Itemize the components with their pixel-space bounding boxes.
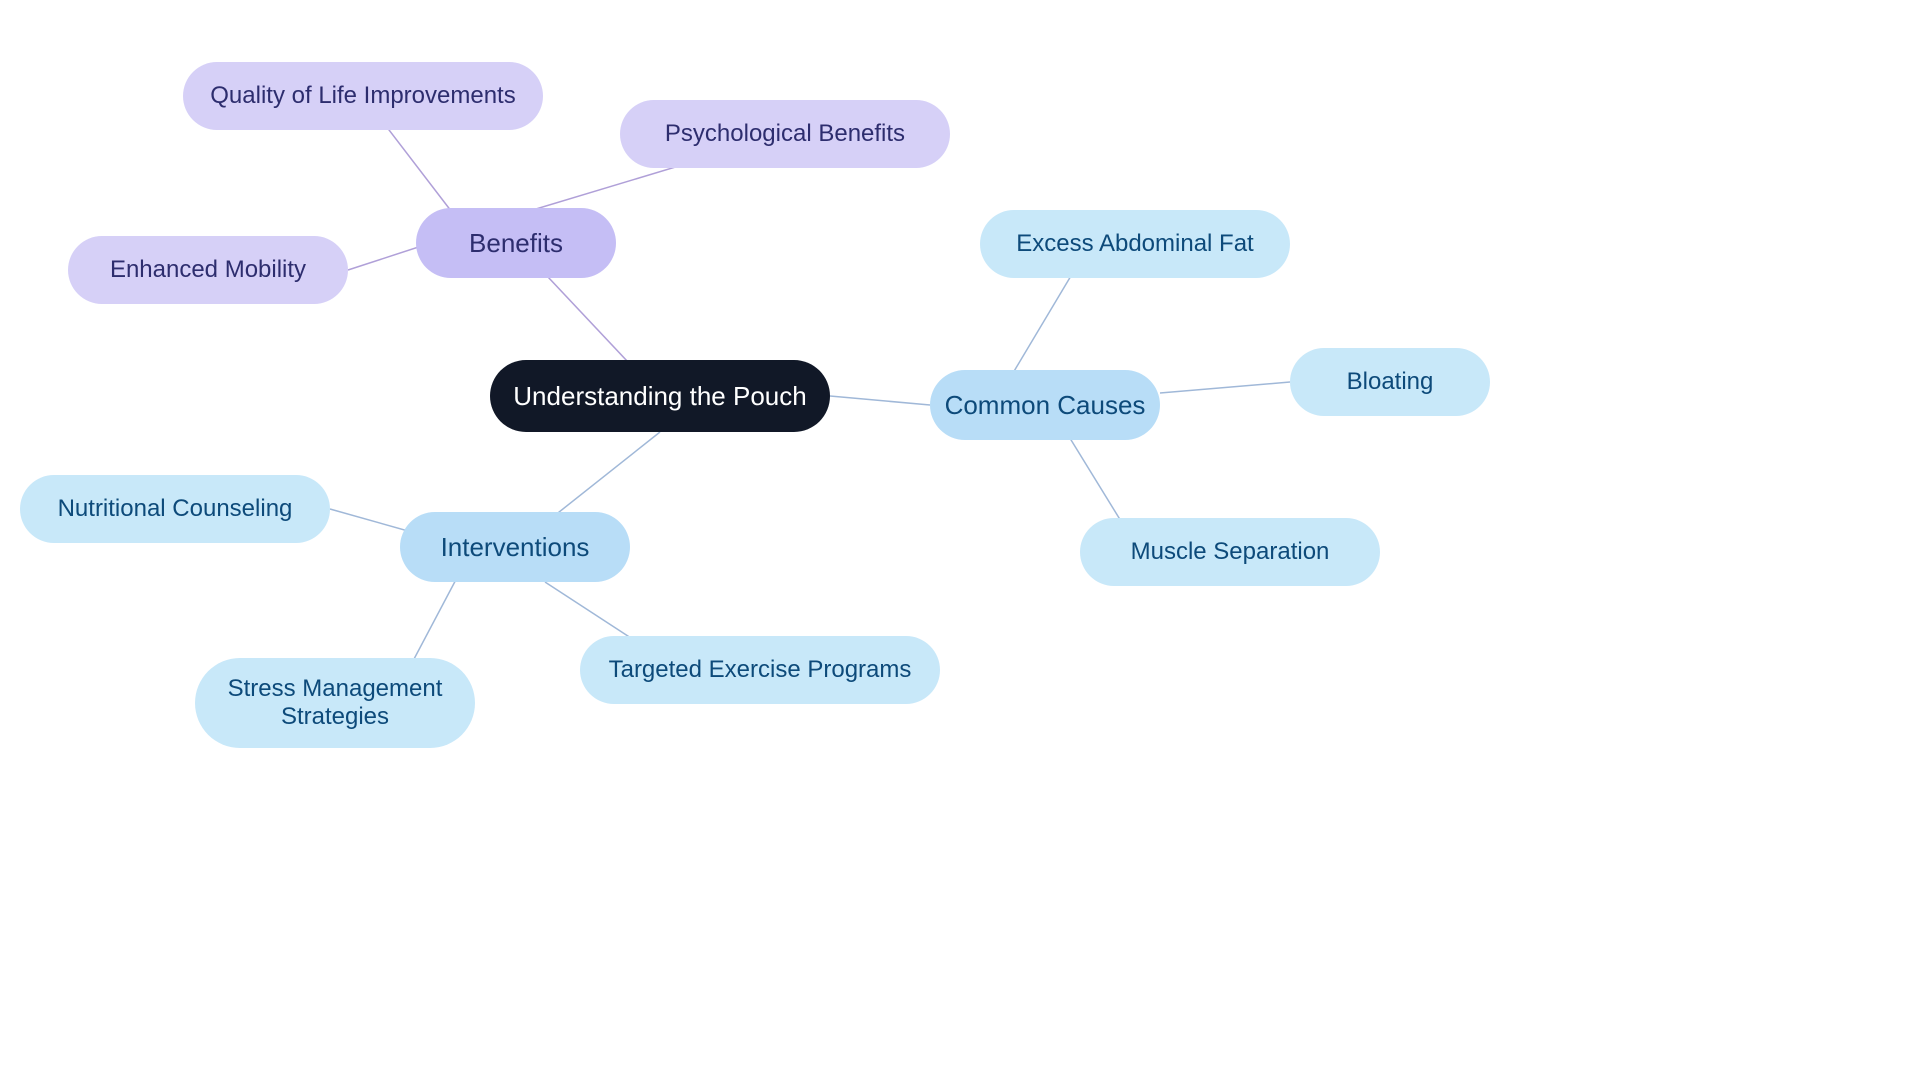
psych-label: Psychological Benefits (665, 120, 905, 148)
benefits-label: Benefits (469, 228, 563, 259)
bloating-label: Bloating (1347, 368, 1434, 396)
muscle-label: Muscle Separation (1131, 538, 1330, 566)
exercise-node[interactable]: Targeted Exercise Programs (580, 636, 940, 704)
quality-label: Quality of Life Improvements (210, 82, 515, 110)
bloating-node[interactable]: Bloating (1290, 348, 1490, 416)
fat-label: Excess Abdominal Fat (1016, 230, 1253, 258)
center-node: Understanding the Pouch (490, 360, 830, 432)
psych-node[interactable]: Psychological Benefits (620, 100, 950, 168)
quality-node[interactable]: Quality of Life Improvements (183, 62, 543, 130)
center-label: Understanding the Pouch (513, 381, 806, 412)
nutrition-label: Nutritional Counseling (58, 495, 293, 523)
causes-label: Common Causes (945, 390, 1146, 421)
nutrition-node[interactable]: Nutritional Counseling (20, 475, 330, 543)
fat-node[interactable]: Excess Abdominal Fat (980, 210, 1290, 278)
benefits-node[interactable]: Benefits (416, 208, 616, 278)
interventions-label: Interventions (441, 532, 590, 563)
mobility-node[interactable]: Enhanced Mobility (68, 236, 348, 304)
causes-node[interactable]: Common Causes (930, 370, 1160, 440)
interventions-node[interactable]: Interventions (400, 512, 630, 582)
exercise-label: Targeted Exercise Programs (609, 656, 912, 684)
mobility-label: Enhanced Mobility (110, 256, 306, 284)
stress-node[interactable]: Stress Management Strategies (195, 658, 475, 748)
stress-label: Stress Management Strategies (195, 675, 475, 731)
muscle-node[interactable]: Muscle Separation (1080, 518, 1380, 586)
